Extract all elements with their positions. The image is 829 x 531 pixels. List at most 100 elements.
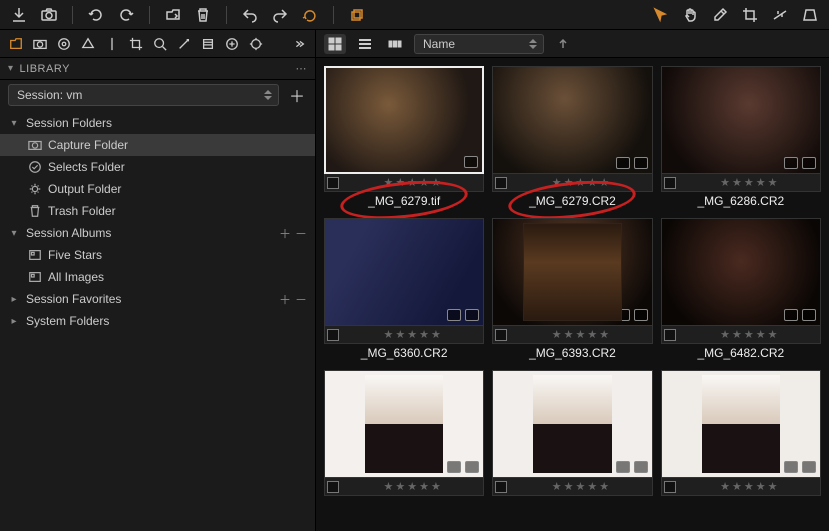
rating-stars[interactable]: ★★★★★ bbox=[343, 176, 481, 189]
thumbnail-cell[interactable]: ★★★★★ _MG_6279.CR2 bbox=[492, 66, 652, 210]
copy-stack-icon[interactable] bbox=[346, 4, 368, 26]
zoom-tab-icon[interactable] bbox=[150, 34, 170, 54]
remove-favorite-button[interactable]: － bbox=[295, 291, 307, 308]
library-tab-icon[interactable] bbox=[6, 34, 26, 54]
select-checkbox[interactable] bbox=[495, 329, 507, 341]
thumbnail-cell[interactable]: ★★★★★ bbox=[661, 370, 821, 496]
add-session-button[interactable]: ＋ bbox=[287, 85, 307, 105]
remove-album-button[interactable]: － bbox=[295, 225, 307, 242]
hand-icon[interactable] bbox=[679, 4, 701, 26]
five-stars-album[interactable]: Five Stars bbox=[0, 244, 315, 266]
divider bbox=[72, 6, 73, 24]
move-to-icon[interactable] bbox=[162, 4, 184, 26]
selects-folder-item[interactable]: Selects Folder bbox=[0, 156, 315, 178]
dropper-icon[interactable] bbox=[709, 4, 731, 26]
thumbnail-cell[interactable]: ★★★★★ bbox=[324, 370, 484, 496]
select-checkbox[interactable] bbox=[327, 481, 339, 493]
lens-tab-icon[interactable] bbox=[54, 34, 74, 54]
sort-by-dropdown[interactable]: Name bbox=[414, 34, 544, 54]
thumbnail-image[interactable] bbox=[492, 218, 652, 326]
thumbnail-cell[interactable]: ★★★★★_MG_6393.CR2 bbox=[492, 218, 652, 362]
rating-stars[interactable]: ★★★★★ bbox=[511, 328, 649, 341]
sort-direction-button[interactable] bbox=[552, 34, 574, 54]
camera-icon[interactable] bbox=[38, 4, 60, 26]
view-filmstrip-button[interactable] bbox=[384, 34, 406, 54]
thumbnail-cell[interactable]: ★★★★★_MG_6279.tif bbox=[324, 66, 484, 210]
more-tabs-icon[interactable] bbox=[289, 34, 309, 54]
all-images-album[interactable]: All Images bbox=[0, 266, 315, 288]
thumbnail-image[interactable] bbox=[324, 218, 484, 326]
chevron-down-icon: ▾ bbox=[8, 228, 20, 239]
rating-stars[interactable]: ★★★★★ bbox=[511, 480, 649, 493]
rating-stars[interactable]: ★★★★★ bbox=[511, 176, 649, 189]
select-checkbox[interactable] bbox=[664, 329, 676, 341]
session-dropdown[interactable]: Session: vm bbox=[8, 84, 279, 106]
view-grid-button[interactable] bbox=[324, 34, 346, 54]
rotate-ccw-icon[interactable] bbox=[85, 4, 107, 26]
info-badge-icon bbox=[464, 156, 478, 168]
rating-stars[interactable]: ★★★★★ bbox=[680, 480, 818, 493]
adjust-badge-icon bbox=[784, 157, 798, 169]
add-album-button[interactable]: ＋ bbox=[279, 225, 291, 242]
thumbnail-cell[interactable]: ★★★★★_MG_6482.CR2 bbox=[661, 218, 821, 362]
select-checkbox[interactable] bbox=[495, 481, 507, 493]
keystone-icon[interactable] bbox=[799, 4, 821, 26]
rating-stars[interactable]: ★★★★★ bbox=[680, 176, 818, 189]
gear-icon bbox=[28, 182, 42, 196]
thumbnail-metabar: ★★★★★ bbox=[324, 478, 484, 496]
output-tab-icon[interactable] bbox=[246, 34, 266, 54]
trash-folder-item[interactable]: Trash Folder bbox=[0, 200, 315, 222]
sidebar: ▾ LIBRARY ⋯ Session: vm ＋ ▾ Session Fold… bbox=[0, 30, 316, 531]
local-tab-icon[interactable] bbox=[174, 34, 194, 54]
select-checkbox[interactable] bbox=[327, 177, 339, 189]
select-checkbox[interactable] bbox=[664, 481, 676, 493]
thumbnail-image[interactable] bbox=[324, 370, 484, 478]
camera-icon bbox=[28, 138, 42, 152]
library-label: LIBRARY bbox=[20, 63, 70, 75]
import-icon[interactable] bbox=[8, 4, 30, 26]
adjustments-tab-icon[interactable] bbox=[222, 34, 242, 54]
thumbnail-image[interactable] bbox=[492, 66, 652, 174]
chevron-right-icon: ▸ bbox=[8, 316, 20, 327]
reset-icon[interactable] bbox=[299, 4, 321, 26]
system-folders-header[interactable]: ▸ System Folders bbox=[0, 310, 315, 332]
output-folder-item[interactable]: Output Folder bbox=[0, 178, 315, 200]
thumbnail-image[interactable] bbox=[492, 370, 652, 478]
session-folders-header[interactable]: ▾ Session Folders bbox=[0, 112, 315, 134]
straighten-icon[interactable] bbox=[769, 4, 791, 26]
add-favorite-button[interactable]: ＋ bbox=[279, 291, 291, 308]
crop-tab-icon[interactable] bbox=[126, 34, 146, 54]
capture-folder-item[interactable]: Capture Folder bbox=[0, 134, 315, 156]
menu-dots-icon[interactable]: ⋯ bbox=[296, 62, 308, 75]
thumbnail-cell[interactable]: ★★★★★ bbox=[492, 370, 652, 496]
thumbnail-cell[interactable]: ★★★★★_MG_6360.CR2 bbox=[324, 218, 484, 362]
select-checkbox[interactable] bbox=[327, 329, 339, 341]
rotate-cw-icon[interactable] bbox=[115, 4, 137, 26]
exposure-tab-icon[interactable] bbox=[102, 34, 122, 54]
thumbnail-image[interactable] bbox=[661, 218, 821, 326]
metadata-tab-icon[interactable] bbox=[198, 34, 218, 54]
select-checkbox[interactable] bbox=[664, 177, 676, 189]
undo-icon[interactable] bbox=[239, 4, 261, 26]
trash-icon[interactable] bbox=[192, 4, 214, 26]
thumbnail-image[interactable] bbox=[661, 370, 821, 478]
session-albums-header[interactable]: ▾ Session Albums ＋ － bbox=[0, 222, 315, 244]
thumbnail-cell[interactable]: ★★★★★_MG_6286.CR2 bbox=[661, 66, 821, 210]
adjust-badge-icon bbox=[616, 309, 630, 321]
rating-stars[interactable]: ★★★★★ bbox=[343, 480, 481, 493]
thumbnail-image[interactable] bbox=[661, 66, 821, 174]
capture-tab-icon[interactable] bbox=[30, 34, 50, 54]
cursor-icon[interactable] bbox=[649, 4, 671, 26]
select-checkbox[interactable] bbox=[495, 177, 507, 189]
crop-icon[interactable] bbox=[739, 4, 761, 26]
redo-icon[interactable] bbox=[269, 4, 291, 26]
view-list-button[interactable] bbox=[354, 34, 376, 54]
color-tab-icon[interactable] bbox=[78, 34, 98, 54]
info-badge-icon bbox=[802, 157, 816, 169]
rating-stars[interactable]: ★★★★★ bbox=[680, 328, 818, 341]
thumbnail-filename: _MG_6279.CR2 bbox=[492, 192, 652, 210]
session-favorites-header[interactable]: ▸ Session Favorites ＋ － bbox=[0, 288, 315, 310]
library-header[interactable]: ▾ LIBRARY ⋯ bbox=[0, 58, 315, 80]
thumbnail-image[interactable] bbox=[324, 66, 484, 174]
rating-stars[interactable]: ★★★★★ bbox=[343, 328, 481, 341]
